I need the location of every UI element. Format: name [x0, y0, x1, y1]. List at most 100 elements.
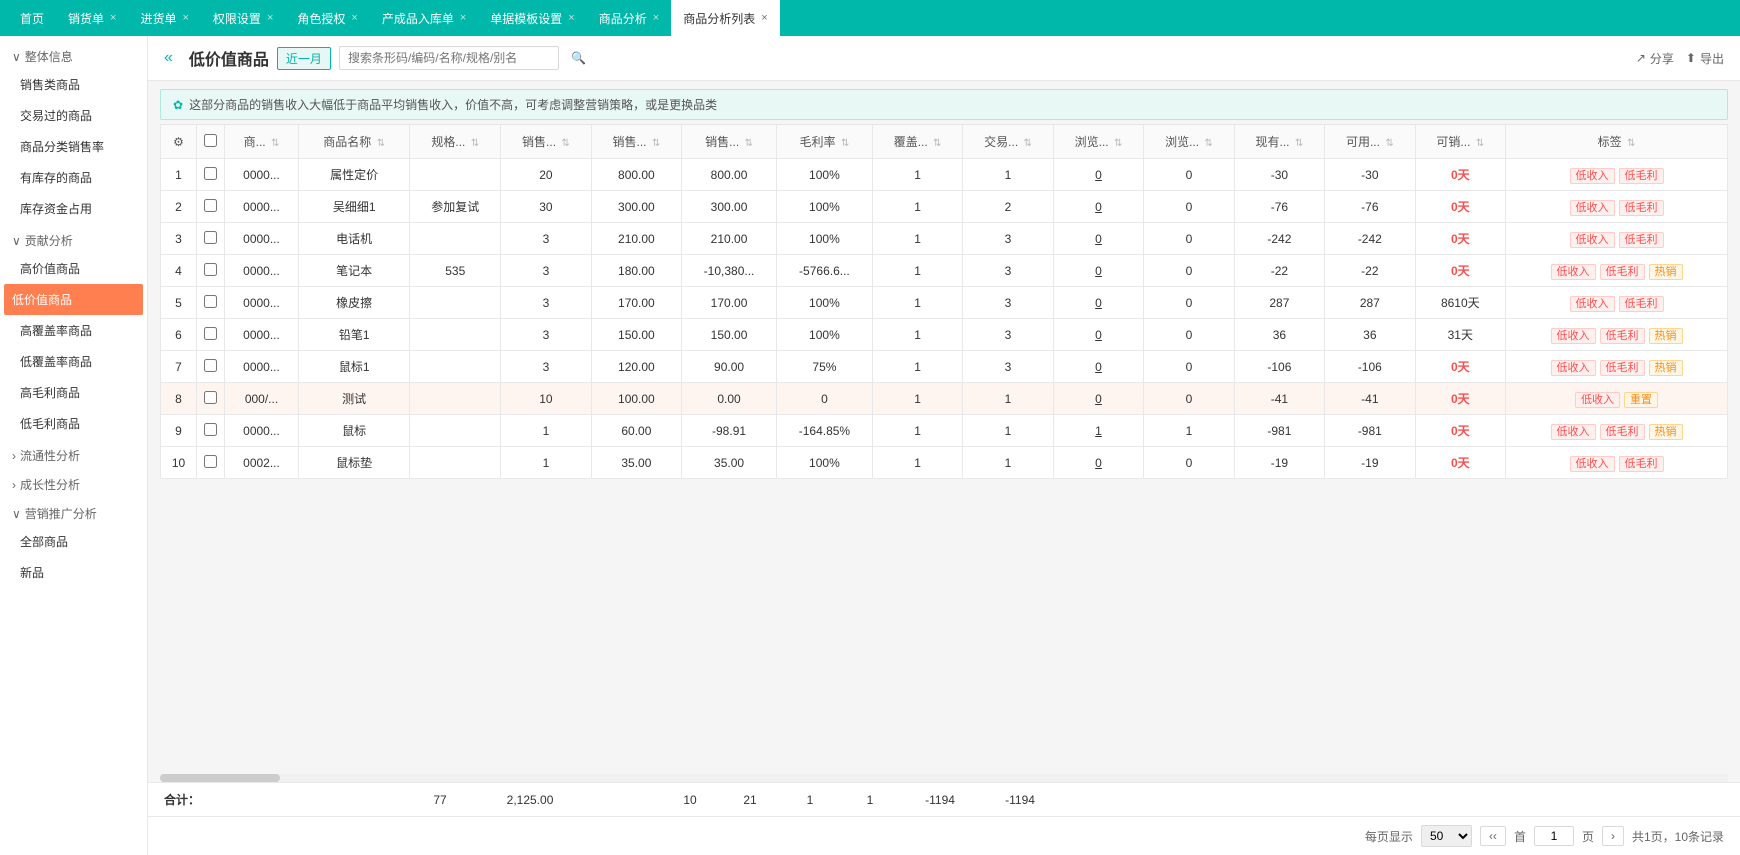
cell-checkbox[interactable]	[197, 351, 225, 383]
row-checkbox[interactable]	[204, 295, 217, 308]
sidebar-section-marketing[interactable]: ∨ 营销推广分析	[0, 497, 147, 526]
cell-checkbox[interactable]	[197, 223, 225, 255]
cell-view1[interactable]: 0	[1053, 223, 1143, 255]
sidebar-section-contribution[interactable]: ∨ 贡献分析	[0, 224, 147, 253]
sidebar-item-traded-products[interactable]: 交易过的商品	[0, 100, 147, 131]
col-name[interactable]: 商品名称 ⇅	[299, 125, 410, 159]
cell-checkbox[interactable]	[197, 191, 225, 223]
close-icon[interactable]: ×	[267, 12, 273, 24]
col-tags[interactable]: 标签 ⇅	[1506, 125, 1728, 159]
view1-link[interactable]: 0	[1095, 264, 1102, 278]
col-sales-price[interactable]: 销售... ⇅	[682, 125, 777, 159]
nav-sales-order[interactable]: 销货单 ×	[56, 0, 128, 36]
sidebar-section-liquidity[interactable]: › 流通性分析	[0, 439, 147, 468]
export-button[interactable]: ⬆ 导出	[1686, 50, 1724, 67]
cell-checkbox[interactable]	[197, 383, 225, 415]
cell-checkbox[interactable]	[197, 415, 225, 447]
nav-purchase-order[interactable]: 进货单 ×	[128, 0, 200, 36]
close-icon[interactable]: ×	[568, 12, 574, 24]
nav-role-auth[interactable]: 角色授权 ×	[285, 0, 369, 36]
col-current-stock[interactable]: 现有... ⇅	[1234, 125, 1324, 159]
close-icon[interactable]: ×	[761, 12, 767, 24]
close-icon[interactable]: ×	[182, 12, 188, 24]
search-input[interactable]	[339, 46, 559, 70]
nav-permission[interactable]: 权限设置 ×	[201, 0, 285, 36]
search-icon[interactable]: 🔍	[571, 51, 586, 65]
col-spec[interactable]: 规格... ⇅	[410, 125, 501, 159]
close-icon[interactable]: ×	[351, 12, 357, 24]
row-checkbox[interactable]	[204, 423, 217, 436]
col-view1[interactable]: 浏览... ⇅	[1053, 125, 1143, 159]
nav-product-inbound[interactable]: 产成品入库单 ×	[370, 0, 478, 36]
sidebar-item-new-products[interactable]: 新品	[0, 557, 147, 588]
col-sales-amount[interactable]: 销售... ⇅	[591, 125, 681, 159]
col-trade-count[interactable]: 交易... ⇅	[963, 125, 1053, 159]
nav-product-analysis[interactable]: 商品分析 ×	[587, 0, 671, 36]
select-all-checkbox[interactable]	[204, 134, 217, 147]
cell-view1[interactable]: 0	[1053, 383, 1143, 415]
cell-checkbox[interactable]	[197, 255, 225, 287]
close-icon[interactable]: ×	[110, 12, 116, 24]
sidebar-section-growth[interactable]: › 成长性分析	[0, 468, 147, 497]
close-icon[interactable]: ×	[460, 12, 466, 24]
sidebar-item-stock-products[interactable]: 有库存的商品	[0, 162, 147, 193]
cell-view1[interactable]: 0	[1053, 351, 1143, 383]
view1-link[interactable]: 0	[1095, 456, 1102, 470]
col-checkbox[interactable]	[197, 125, 225, 159]
nav-product-analysis-list[interactable]: 商品分析列表 ×	[671, 0, 779, 36]
row-checkbox[interactable]	[204, 359, 217, 372]
col-settings[interactable]: ⚙	[161, 125, 197, 159]
sidebar-item-high-coverage[interactable]: 高覆盖率商品	[0, 315, 147, 346]
cell-view1[interactable]: 0	[1053, 287, 1143, 319]
nav-home[interactable]: 首页	[8, 0, 56, 36]
cell-checkbox[interactable]	[197, 159, 225, 191]
col-available[interactable]: 可用... ⇅	[1325, 125, 1415, 159]
sidebar-item-high-value[interactable]: 高价值商品	[0, 253, 147, 284]
share-button[interactable]: ↗ 分享	[1636, 50, 1674, 67]
row-checkbox[interactable]	[204, 199, 217, 212]
page-input[interactable]	[1534, 826, 1574, 846]
col-gross-margin[interactable]: 毛利率 ⇅	[776, 125, 872, 159]
next-page-button[interactable]: ›	[1602, 826, 1624, 846]
close-icon[interactable]: ×	[653, 12, 659, 24]
view1-link[interactable]: 0	[1095, 200, 1102, 214]
sidebar-item-sales-products[interactable]: 销售类商品	[0, 69, 147, 100]
view1-link[interactable]: 0	[1095, 360, 1102, 374]
row-checkbox[interactable]	[204, 327, 217, 340]
sidebar-item-category-sales-rate[interactable]: 商品分类销售率	[0, 131, 147, 162]
nav-template-settings[interactable]: 单据模板设置 ×	[478, 0, 586, 36]
view1-link[interactable]: 1	[1095, 424, 1102, 438]
sidebar-item-high-margin[interactable]: 高毛利商品	[0, 377, 147, 408]
cell-checkbox[interactable]	[197, 447, 225, 479]
horizontal-scrollbar[interactable]	[160, 774, 1728, 782]
sidebar-item-low-margin[interactable]: 低毛利商品	[0, 408, 147, 439]
view1-link[interactable]: 0	[1095, 392, 1102, 406]
period-button[interactable]: 近一月	[277, 47, 331, 70]
cell-view1[interactable]: 0	[1053, 255, 1143, 287]
col-coverage[interactable]: 覆盖... ⇅	[872, 125, 962, 159]
col-sales-qty[interactable]: 销售... ⇅	[501, 125, 591, 159]
row-checkbox[interactable]	[204, 391, 217, 404]
cell-checkbox[interactable]	[197, 319, 225, 351]
cell-view1[interactable]: 0	[1053, 447, 1143, 479]
sidebar-item-all-products[interactable]: 全部商品	[0, 526, 147, 557]
row-checkbox[interactable]	[204, 231, 217, 244]
scrollbar-thumb[interactable]	[160, 774, 280, 782]
first-page-button[interactable]: ‹‹	[1480, 826, 1506, 846]
collapse-sidebar-button[interactable]: «	[164, 49, 173, 67]
cell-view1[interactable]: 0	[1053, 159, 1143, 191]
col-code[interactable]: 商... ⇅	[225, 125, 299, 159]
cell-view1[interactable]: 1	[1053, 415, 1143, 447]
cell-view1[interactable]: 0	[1053, 191, 1143, 223]
sidebar-item-low-coverage[interactable]: 低覆盖率商品	[0, 346, 147, 377]
view1-link[interactable]: 0	[1095, 328, 1102, 342]
per-page-select[interactable]: 50 100 200	[1421, 825, 1472, 847]
row-checkbox[interactable]	[204, 263, 217, 276]
col-view2[interactable]: 浏览... ⇅	[1144, 125, 1234, 159]
row-checkbox[interactable]	[204, 167, 217, 180]
view1-link[interactable]: 0	[1095, 232, 1102, 246]
cell-checkbox[interactable]	[197, 287, 225, 319]
view1-link[interactable]: 0	[1095, 168, 1102, 182]
cell-view1[interactable]: 0	[1053, 319, 1143, 351]
row-checkbox[interactable]	[204, 455, 217, 468]
